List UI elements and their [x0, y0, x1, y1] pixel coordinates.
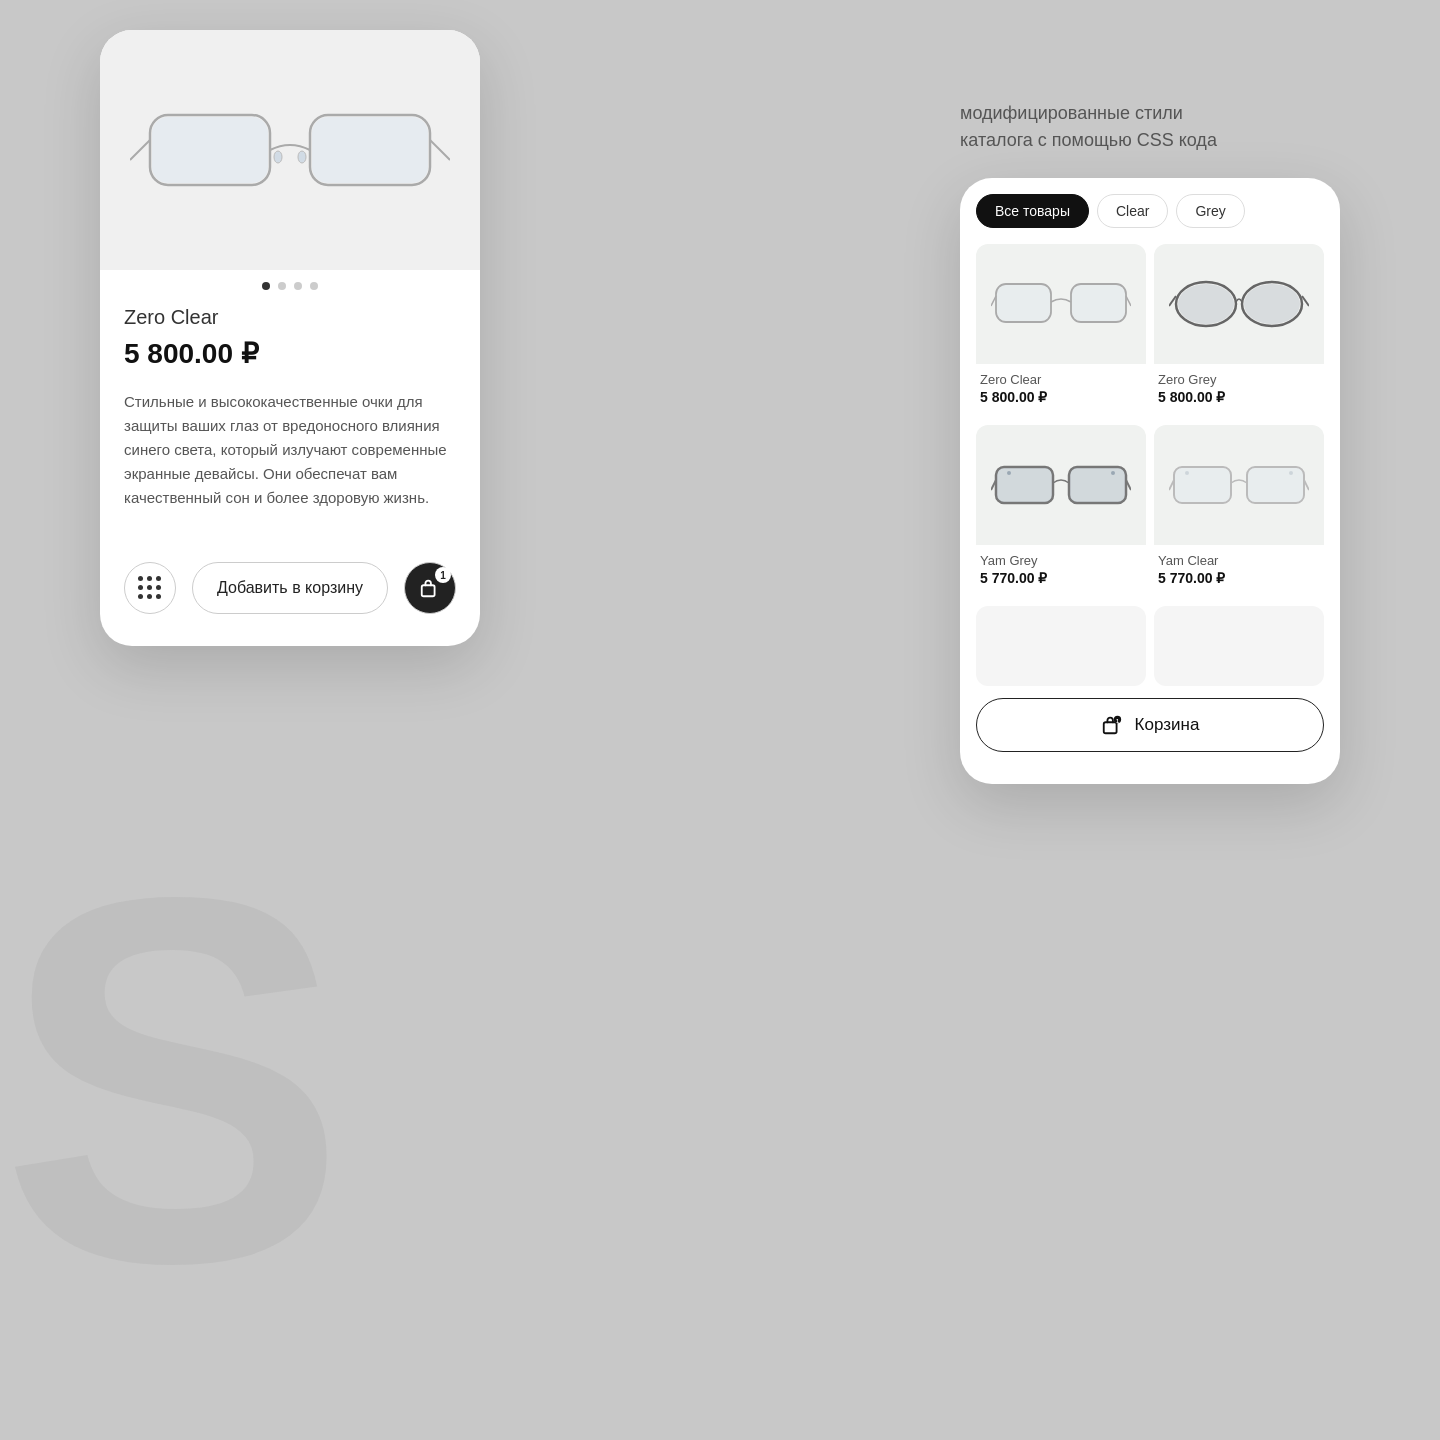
card-info-yam-grey: Yam Grey 5 770.00 ₽ — [976, 545, 1146, 598]
product-actions: Добавить в корзину 1 — [100, 562, 480, 646]
product-card-yam-grey[interactable]: Yam Grey 5 770.00 ₽ — [976, 425, 1146, 598]
card-name-yam-grey: Yam Grey — [980, 553, 1142, 568]
svg-rect-10 — [997, 285, 1050, 321]
svg-line-5 — [430, 140, 450, 160]
svg-rect-30 — [1175, 468, 1230, 502]
catalog-inner: Все товары Clear Grey — [960, 178, 1340, 784]
grid-button[interactable] — [124, 562, 176, 614]
product-card-partial-1 — [976, 606, 1146, 686]
svg-point-6 — [274, 151, 282, 163]
product-card-yam-clear[interactable]: Yam Clear 5 770.00 ₽ — [1154, 425, 1324, 598]
card-info-zero-clear: Zero Clear 5 800.00 ₽ — [976, 364, 1146, 417]
card-name-zero-grey: Zero Grey — [1158, 372, 1320, 387]
product-image — [100, 30, 480, 270]
dot-4 — [310, 282, 318, 290]
product-card-image-yam-clear — [1154, 425, 1324, 545]
image-dots — [100, 270, 480, 306]
product-card-image-zero-clear — [976, 244, 1146, 364]
filter-grey[interactable]: Grey — [1176, 194, 1244, 228]
dot-2 — [278, 282, 286, 290]
filter-tabs: Все товары Clear Grey — [976, 194, 1324, 228]
product-name: Zero Clear — [124, 306, 456, 329]
catalog-phone: Все товары Clear Grey — [960, 178, 1340, 784]
card-price-zero-grey: 5 800.00 ₽ — [1158, 389, 1320, 405]
background-letter: S — [0, 820, 347, 1340]
svg-rect-8 — [422, 585, 435, 596]
glasses-zero-grey-icon — [1169, 274, 1309, 334]
cart-bar[interactable]: 1 Корзина — [976, 698, 1324, 752]
card-name-zero-clear: Zero Clear — [980, 372, 1142, 387]
svg-rect-37 — [1103, 722, 1116, 733]
svg-text:1: 1 — [1116, 718, 1119, 724]
cart-bar-icon: 1 — [1101, 714, 1123, 736]
svg-point-7 — [298, 151, 306, 163]
cart-icon-button[interactable]: 1 — [404, 562, 456, 614]
card-price-yam-grey: 5 770.00 ₽ — [980, 570, 1142, 586]
card-price-zero-clear: 5 800.00 ₽ — [980, 389, 1142, 405]
svg-point-36 — [1289, 471, 1293, 475]
svg-rect-1 — [152, 117, 268, 183]
product-card-image-zero-grey — [1154, 244, 1324, 364]
cart-badge: 1 — [435, 567, 451, 583]
product-card-image-yam-grey — [976, 425, 1146, 545]
filter-clear[interactable]: Clear — [1097, 194, 1168, 228]
card-price-yam-clear: 5 770.00 ₽ — [1158, 570, 1320, 586]
product-detail-phone: Zero Clear 5 800.00 ₽ Стильные и высокок… — [100, 30, 480, 646]
product-card-zero-grey[interactable]: Zero Grey 5 800.00 ₽ — [1154, 244, 1324, 417]
grid-icon — [138, 576, 162, 600]
right-panel: модифицированные стили каталога с помощь… — [960, 100, 1340, 784]
product-info: Zero Clear 5 800.00 ₽ Стильные и высокок… — [100, 306, 480, 562]
svg-rect-24 — [1070, 468, 1125, 502]
glasses-yam-clear-icon — [1169, 455, 1309, 515]
product-grid: Zero Clear 5 800.00 ₽ — [976, 244, 1324, 686]
glasses-zero-clear-icon — [991, 274, 1131, 334]
svg-point-18 — [1244, 284, 1300, 324]
add-to-cart-button[interactable]: Добавить в корзину — [192, 562, 388, 614]
svg-point-27 — [1007, 471, 1011, 475]
svg-point-28 — [1111, 471, 1115, 475]
svg-point-16 — [1178, 284, 1234, 324]
filter-all[interactable]: Все товары — [976, 194, 1089, 228]
product-price: 5 800.00 ₽ — [124, 337, 456, 370]
svg-line-4 — [130, 140, 150, 160]
panel-subtitle: модифицированные стили каталога с помощь… — [960, 100, 1340, 154]
glasses-illustration — [130, 70, 450, 230]
product-card-partial-2 — [1154, 606, 1324, 686]
svg-rect-32 — [1248, 468, 1303, 502]
svg-rect-22 — [997, 468, 1052, 502]
svg-point-35 — [1185, 471, 1189, 475]
card-info-yam-clear: Yam Clear 5 770.00 ₽ — [1154, 545, 1324, 598]
dot-3 — [294, 282, 302, 290]
product-description: Стильные и высококачественные очки для з… — [124, 390, 456, 510]
cart-bar-label: Корзина — [1135, 715, 1200, 735]
dot-1 — [262, 282, 270, 290]
svg-rect-3 — [312, 117, 428, 183]
card-name-yam-clear: Yam Clear — [1158, 553, 1320, 568]
svg-rect-12 — [1072, 285, 1125, 321]
glasses-yam-grey-icon — [991, 455, 1131, 515]
card-info-zero-grey: Zero Grey 5 800.00 ₽ — [1154, 364, 1324, 417]
product-card-zero-clear[interactable]: Zero Clear 5 800.00 ₽ — [976, 244, 1146, 417]
